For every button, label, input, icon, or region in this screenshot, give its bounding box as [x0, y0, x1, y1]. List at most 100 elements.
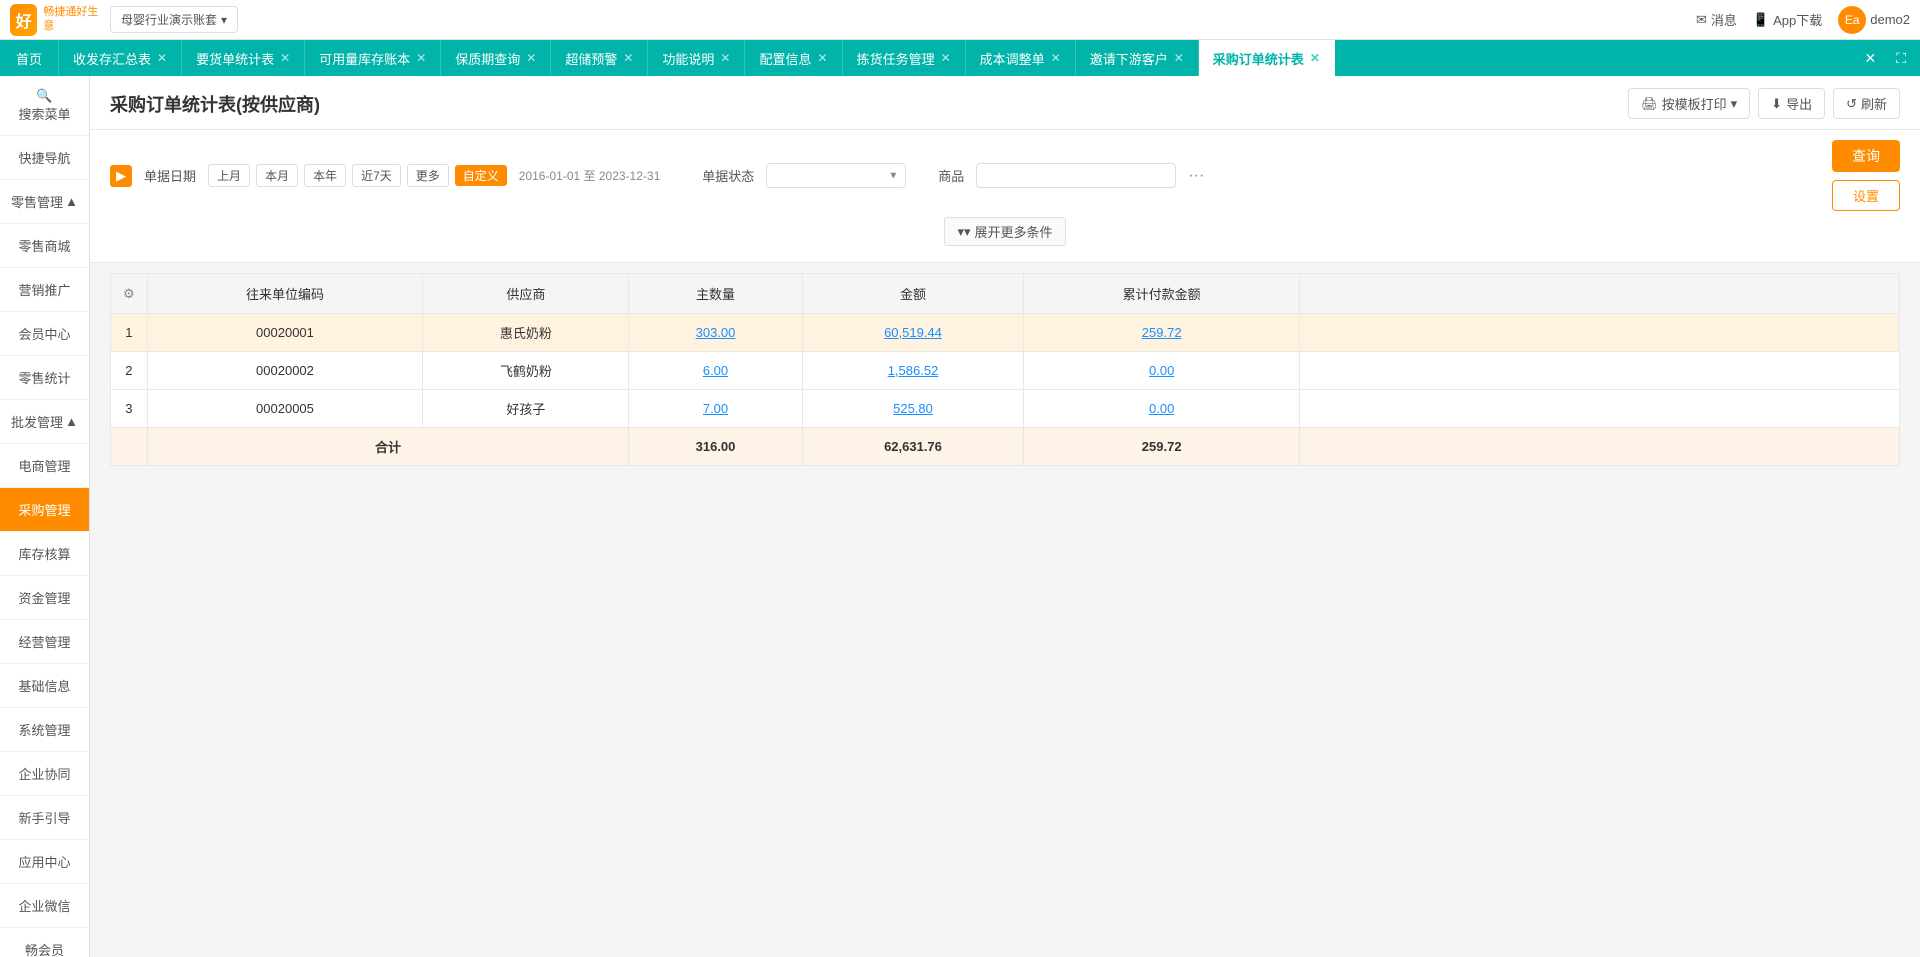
row-2-amount[interactable]: 1,586.52	[802, 352, 1024, 390]
sidebar-item-retail-mgmt[interactable]: 零售管理 ▲	[0, 180, 89, 224]
table-row: 2 00020002 飞鹤奶粉 6.00 1,586.52 0.00	[111, 352, 1900, 390]
message-btn[interactable]: ✉ 消息	[1696, 10, 1737, 29]
col-settings: ⚙	[111, 274, 148, 314]
goods-more-btn[interactable]: ···	[1188, 167, 1204, 185]
close-baozhi[interactable]: ✕	[526, 51, 536, 65]
sidebar-item-newbie[interactable]: 新手引导	[0, 796, 89, 840]
date-btn-thismonth[interactable]: 本月	[256, 164, 298, 187]
workspace-label: 母婴行业演示账套	[121, 11, 217, 28]
app-icon: 📱	[1753, 12, 1769, 28]
tab-gongneng[interactable]: 功能说明 ✕	[648, 40, 745, 76]
print-button[interactable]: 🖨 按模板打印 ▾	[1628, 88, 1750, 119]
sidebar-item-ecommerce[interactable]: 电商管理	[0, 444, 89, 488]
row-2-qty[interactable]: 6.00	[629, 352, 802, 390]
tab-yaoqing[interactable]: 邀请下游客户 ✕	[1076, 40, 1199, 76]
page-header: 采购订单统计表(按供应商) 🖨 按模板打印 ▾ ⬇ 导出 ↺ 刷新	[90, 76, 1920, 130]
close-chengben[interactable]: ✕	[1051, 51, 1061, 65]
close-caigou[interactable]: ✕	[1310, 51, 1320, 65]
tab-home[interactable]: 首页	[0, 40, 59, 76]
sidebar-item-appcenter[interactable]: 应用中心	[0, 840, 89, 884]
nav-tabs: 首页 收发存汇总表 ✕ 要货单统计表 ✕ 可用量库存账本 ✕ 保质期查询 ✕ 超…	[0, 40, 1920, 76]
goods-input[interactable]	[976, 163, 1176, 188]
tab-jianhuo[interactable]: 拣货任务管理 ✕	[843, 40, 966, 76]
col-amount: 金额	[802, 274, 1024, 314]
row-3-qty[interactable]: 7.00	[629, 390, 802, 428]
table-row: 3 00020005 好孩子 7.00 525.80 0.00	[111, 390, 1900, 428]
tab-shoufacun[interactable]: 收发存汇总表 ✕	[59, 40, 182, 76]
status-select[interactable]	[766, 163, 906, 188]
column-settings-icon[interactable]: ⚙	[123, 286, 135, 301]
row-1-paid[interactable]: 259.72	[1024, 314, 1300, 352]
sidebar-item-operations[interactable]: 经营管理	[0, 620, 89, 664]
footer-total-paid: 259.72	[1024, 428, 1300, 466]
close-chaoyujing[interactable]: ✕	[623, 51, 633, 65]
close-yaohuodan[interactable]: ✕	[280, 51, 290, 65]
footer-total-qty: 316.00	[629, 428, 802, 466]
expand-icon: ▾▾	[957, 224, 970, 240]
export-button[interactable]: ⬇ 导出	[1758, 88, 1825, 119]
logo-icon: 好	[10, 4, 37, 36]
sidebar-item-retail-mall[interactable]: 零售商城	[0, 224, 89, 268]
row-1-qty[interactable]: 303.00	[629, 314, 802, 352]
tab-chengben[interactable]: 成本调整单 ✕	[966, 40, 1076, 76]
tab-chaoyujing[interactable]: 超储预警 ✕	[551, 40, 648, 76]
sidebar-item-member2[interactable]: 畅会员	[0, 928, 89, 957]
sidebar-item-basic-info[interactable]: 基础信息	[0, 664, 89, 708]
content-area: 采购订单统计表(按供应商) 🖨 按模板打印 ▾ ⬇ 导出 ↺ 刷新	[90, 76, 1920, 957]
query-button[interactable]: 查询	[1832, 140, 1900, 172]
sidebar-item-wechat[interactable]: 企业微信	[0, 884, 89, 928]
close-peizhi[interactable]: ✕	[818, 51, 828, 65]
sidebar-item-system[interactable]: 系统管理	[0, 708, 89, 752]
sidebar-item-marketing[interactable]: 营销推广	[0, 268, 89, 312]
col-qty: 主数量	[629, 274, 802, 314]
workspace-dropdown-icon: ▾	[221, 13, 227, 27]
nav-right-controls: ✕ ⛶	[1858, 48, 1920, 69]
sidebar-item-retail-stats[interactable]: 零售统计	[0, 356, 89, 400]
tab-keyongliang[interactable]: 可用量库存账本 ✕	[305, 40, 441, 76]
close-gongneng[interactable]: ✕	[720, 51, 730, 65]
close-yaoqing[interactable]: ✕	[1174, 51, 1184, 65]
table-footer-row: 合计 316.00 62,631.76 259.72	[111, 428, 1900, 466]
sidebar-item-search[interactable]: 🔍 搜索菜单	[0, 76, 89, 136]
tab-caigou[interactable]: 采购订单统计表 ✕	[1199, 40, 1335, 76]
sidebar: 🔍 搜索菜单 快捷导航 零售管理 ▲ 零售商城 营销推广 会员中心 零售统计 批…	[0, 76, 90, 957]
row-1-amount[interactable]: 60,519.44	[802, 314, 1024, 352]
tab-baozhi[interactable]: 保质期查询 ✕	[441, 40, 551, 76]
sidebar-item-quicknav[interactable]: 快捷导航	[0, 136, 89, 180]
date-btn-7days[interactable]: 近7天	[352, 164, 401, 187]
close-shoufacun[interactable]: ✕	[157, 51, 167, 65]
row-2-paid[interactable]: 0.00	[1024, 352, 1300, 390]
date-btn-lastmonth[interactable]: 上月	[208, 164, 250, 187]
date-custom-badge[interactable]: 自定义	[455, 165, 507, 186]
date-btn-more[interactable]: 更多	[407, 164, 449, 187]
status-select-wrapper	[766, 163, 906, 188]
row-3-no: 3	[111, 390, 148, 428]
sidebar-item-purchase[interactable]: 采购管理	[0, 488, 89, 532]
row-2-supplier: 飞鹤奶粉	[423, 352, 629, 390]
close-keyongliang[interactable]: ✕	[416, 51, 426, 65]
filter-toggle[interactable]: ▶	[110, 165, 132, 187]
page-header-actions: 🖨 按模板打印 ▾ ⬇ 导出 ↺ 刷新	[1628, 88, 1900, 119]
sidebar-item-finance[interactable]: 资金管理	[0, 576, 89, 620]
avatar: Ea	[1838, 6, 1866, 34]
sidebar-item-wholesale[interactable]: 批发管理 ▲	[0, 400, 89, 444]
sidebar-item-enterprise[interactable]: 企业协同	[0, 752, 89, 796]
expand-more-button[interactable]: ▾▾ 展开更多条件	[944, 217, 1065, 246]
row-3-paid[interactable]: 0.00	[1024, 390, 1300, 428]
tab-yaohuodan[interactable]: 要货单统计表 ✕	[182, 40, 305, 76]
close-jianhuo[interactable]: ✕	[941, 51, 951, 65]
refresh-button[interactable]: ↺ 刷新	[1833, 88, 1900, 119]
row-1-extra	[1300, 314, 1900, 352]
tab-peizhi[interactable]: 配置信息 ✕	[745, 40, 842, 76]
sidebar-item-member[interactable]: 会员中心	[0, 312, 89, 356]
nav-close-all[interactable]: ✕	[1858, 48, 1882, 69]
workspace-selector[interactable]: 母婴行业演示账套 ▾	[110, 6, 238, 33]
nav-expand[interactable]: ⛶	[1890, 48, 1912, 69]
sidebar-item-inventory[interactable]: 库存核算	[0, 532, 89, 576]
user-menu[interactable]: Ea demo2	[1838, 6, 1910, 34]
date-btn-thisyear[interactable]: 本年	[304, 164, 346, 187]
page-title: 采购订单统计表(按供应商)	[110, 91, 320, 117]
row-3-amount[interactable]: 525.80	[802, 390, 1024, 428]
settings-button[interactable]: 设置	[1832, 180, 1900, 211]
app-download-btn[interactable]: 📱 App下载	[1753, 10, 1822, 29]
